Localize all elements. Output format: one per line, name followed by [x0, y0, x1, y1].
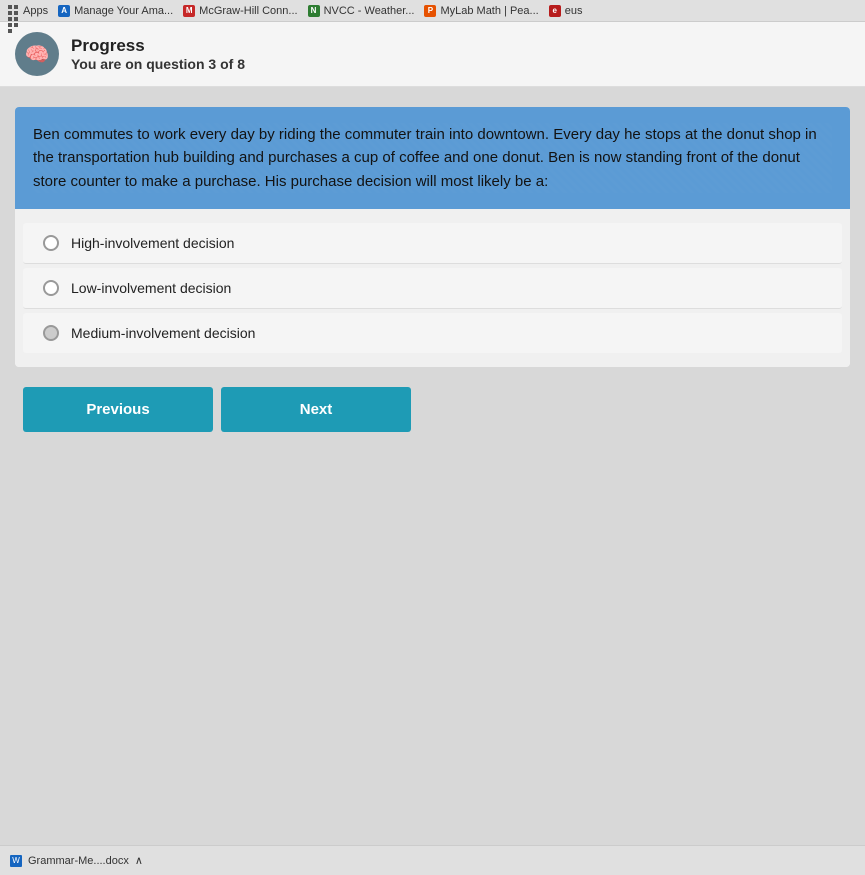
next-button[interactable]: Next	[221, 387, 411, 432]
expand-arrow[interactable]: ∧	[135, 854, 143, 867]
tab-label-mylab: MyLab Math | Pea...	[440, 5, 538, 17]
bottom-taskbar: W Grammar-Me....docx ∧	[0, 845, 865, 875]
tab-label-eus: eus	[565, 5, 583, 17]
options-container: High-involvement decision Low-involvemen…	[15, 209, 850, 367]
option-3[interactable]: Medium-involvement decision	[23, 313, 842, 353]
tab-favicon-manage: A	[58, 5, 70, 17]
progress-subtitle: You are on question 3 of 8	[71, 56, 245, 72]
tab-label-manage: Manage Your Ama...	[74, 5, 173, 17]
tab-nvcc[interactable]: N NVCC - Weather...	[308, 5, 415, 17]
browser-toolbar: Apps A Manage Your Ama... M McGraw-Hill …	[0, 0, 865, 22]
apps-label: Apps	[23, 5, 48, 17]
main-content: Ben commutes to work every day by riding…	[0, 87, 865, 845]
question-text: Ben commutes to work every day by riding…	[15, 107, 850, 209]
tab-label-nvcc: NVCC - Weather...	[324, 5, 415, 17]
tab-eus[interactable]: e eus	[549, 5, 583, 17]
option-2-label: Low-involvement decision	[71, 280, 231, 296]
tab-label-mcgraw: McGraw-Hill Conn...	[199, 5, 297, 17]
tab-manage[interactable]: A Manage Your Ama...	[58, 5, 173, 17]
apps-button[interactable]: Apps	[8, 5, 48, 17]
question-area: Ben commutes to work every day by riding…	[15, 107, 850, 367]
progress-header: 🧠 Progress You are on question 3 of 8	[0, 22, 865, 87]
tab-mcgraw[interactable]: M McGraw-Hill Conn...	[183, 5, 297, 17]
option-1-label: High-involvement decision	[71, 235, 234, 251]
file-icon: W	[10, 855, 22, 867]
option-3-label: Medium-involvement decision	[71, 325, 255, 341]
option-1[interactable]: High-involvement decision	[23, 223, 842, 264]
progress-title: Progress	[71, 36, 245, 56]
brain-icon: 🧠	[15, 32, 59, 76]
tab-favicon-mcgraw: M	[183, 5, 195, 17]
option-2[interactable]: Low-involvement decision	[23, 268, 842, 309]
tab-favicon-eus: e	[549, 5, 561, 17]
tab-favicon-nvcc: N	[308, 5, 320, 17]
progress-text: Progress You are on question 3 of 8	[71, 36, 245, 72]
previous-button[interactable]: Previous	[23, 387, 213, 432]
tab-mylab[interactable]: P MyLab Math | Pea...	[424, 5, 538, 17]
radio-option-1[interactable]	[43, 235, 59, 251]
tab-favicon-mylab: P	[424, 5, 436, 17]
nav-buttons: Previous Next	[15, 387, 850, 432]
apps-grid-icon	[8, 5, 20, 17]
radio-option-2[interactable]	[43, 280, 59, 296]
file-label: Grammar-Me....docx	[28, 855, 129, 867]
radio-option-3[interactable]	[43, 325, 59, 341]
